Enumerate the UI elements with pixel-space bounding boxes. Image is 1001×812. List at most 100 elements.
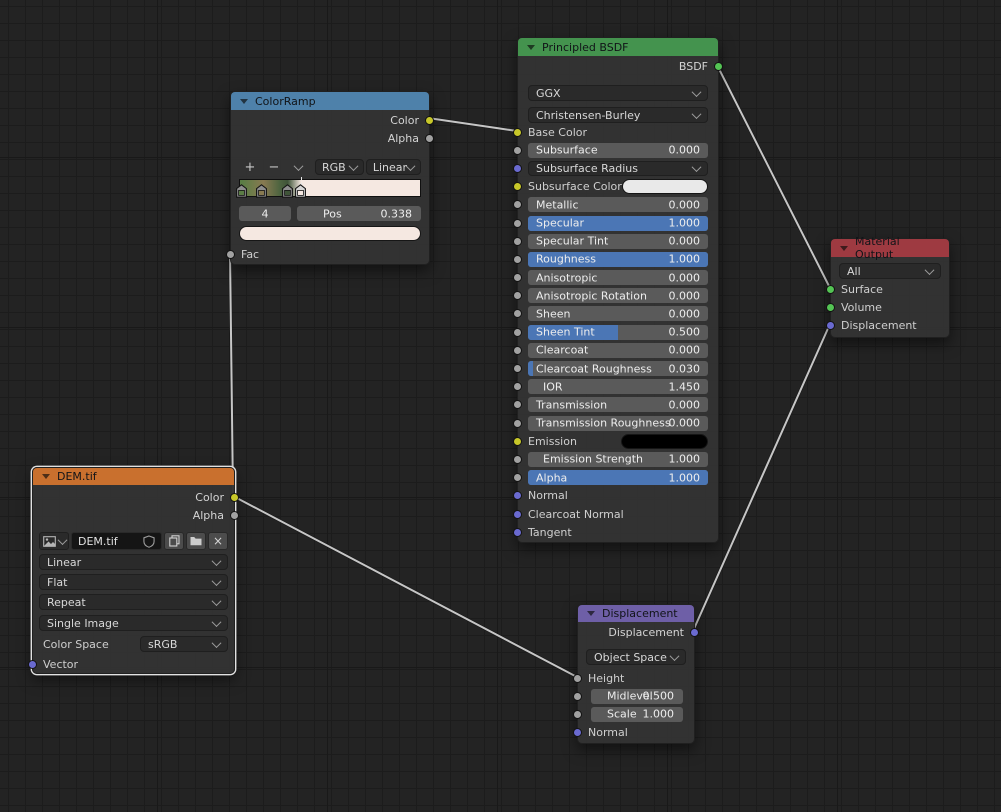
collapse-icon[interactable] — [240, 98, 248, 104]
socket-alpha-output[interactable] — [230, 510, 239, 520]
node-colorramp[interactable]: ColorRamp Color Alpha + − RGB Linear 4 P… — [226, 91, 434, 265]
socket-alpha-output[interactable] — [425, 133, 434, 143]
projection-dropdown[interactable]: Flat — [39, 574, 228, 590]
distribution-dropdown[interactable]: GGX — [528, 85, 708, 101]
socket-sheen-tint[interactable] — [513, 327, 522, 337]
socket-normal[interactable] — [513, 491, 522, 501]
socket-surface-input[interactable] — [826, 284, 835, 294]
ramp-stop-1[interactable] — [236, 184, 248, 198]
socket-alpha[interactable] — [513, 473, 522, 483]
specular-slider[interactable]: Specular 1.000 — [528, 215, 708, 231]
socket-clearcoat-roughness[interactable] — [513, 364, 522, 374]
socket-metallic[interactable] — [513, 200, 522, 210]
subsurface-slider[interactable]: Subsurface 0.000 — [528, 142, 708, 158]
socket-subsurface-radius[interactable] — [513, 163, 522, 173]
socket-transmission[interactable] — [513, 400, 522, 410]
space-dropdown[interactable]: Object Space — [586, 649, 686, 665]
node-image-texture[interactable]: DEM.tif Color Alpha DEM.tif × Linear Fla… — [28, 467, 239, 674]
ramp-options-button[interactable] — [287, 159, 309, 175]
color-mode-dropdown[interactable]: RGB — [315, 159, 364, 175]
anisotropic-slider[interactable]: Anisotropic 0.000 — [528, 270, 708, 286]
color-space-dropdown[interactable]: sRGB — [140, 636, 228, 652]
socket-vector-input[interactable] — [28, 659, 37, 669]
image-browse-button[interactable] — [39, 532, 69, 550]
alpha-slider[interactable]: Alpha 1.000 — [528, 470, 708, 486]
socket-sheen[interactable] — [513, 309, 522, 319]
socket-roughness[interactable] — [513, 254, 522, 264]
open-image-button[interactable] — [186, 532, 206, 550]
roughness-slider[interactable]: Roughness 1.000 — [528, 251, 708, 267]
node-editor-canvas[interactable]: ColorRamp Color Alpha + − RGB Linear 4 P… — [0, 0, 1001, 812]
fake-user-shield-icon[interactable] — [143, 534, 155, 548]
socket-specular[interactable] — [513, 218, 522, 228]
socket-clearcoat-normal[interactable] — [513, 509, 522, 519]
sheen-tint-slider[interactable]: Sheen Tint 0.500 — [528, 324, 708, 340]
ramp-stop-4-active[interactable] — [295, 184, 306, 198]
midlevel-field[interactable]: Midlevel 0.500 — [591, 688, 683, 704]
ramp-stop-2[interactable] — [256, 184, 268, 198]
colorramp-header[interactable]: ColorRamp — [231, 92, 429, 110]
collapse-icon[interactable] — [42, 474, 50, 479]
specular-tint-slider[interactable]: Specular Tint 0.000 — [528, 233, 708, 249]
socket-height-input[interactable] — [573, 673, 582, 683]
add-stop-button[interactable]: + — [239, 159, 261, 175]
collapse-icon[interactable] — [587, 611, 595, 616]
target-dropdown[interactable]: All — [839, 263, 941, 279]
sheen-slider[interactable]: Sheen 0.000 — [528, 306, 708, 322]
stop-index-field[interactable]: 4 — [239, 206, 291, 221]
socket-fac-input[interactable] — [226, 249, 235, 259]
transmission-slider[interactable]: Transmission 0.000 — [528, 397, 708, 413]
clearcoat-roughness-slider[interactable]: Clearcoat Roughness 0.030 — [528, 361, 708, 377]
image-texture-header[interactable]: DEM.tif — [33, 468, 234, 485]
node-displacement[interactable]: Displacement Displacement Object Space H… — [573, 604, 699, 744]
stop-position-field[interactable]: Pos 0.338 — [297, 206, 421, 221]
socket-emission[interactable] — [513, 436, 522, 446]
subsurface-method-dropdown[interactable]: Christensen-Burley — [528, 107, 708, 123]
socket-tangent[interactable] — [513, 527, 522, 537]
remove-stop-button[interactable]: − — [263, 159, 285, 175]
subsurface-radius-dropdown[interactable]: Subsurface Radius — [528, 160, 708, 176]
socket-specular-tint[interactable] — [513, 236, 522, 246]
unlink-image-button[interactable]: × — [208, 532, 228, 550]
node-material-output[interactable]: Material Output All Surface Volume Displ… — [826, 235, 950, 338]
clearcoat-slider[interactable]: Clearcoat 0.000 — [528, 342, 708, 358]
scale-field[interactable]: Scale 1.000 — [591, 706, 683, 722]
socket-color-output[interactable] — [230, 492, 239, 502]
active-stop-color-swatch[interactable] — [239, 226, 421, 241]
socket-midlevel-input[interactable] — [573, 691, 582, 701]
collapse-icon[interactable] — [840, 245, 848, 251]
anisotropic-rotation-slider[interactable]: Anisotropic Rotation 0.000 — [528, 288, 708, 304]
displacement-header[interactable]: Displacement — [578, 605, 694, 622]
collapse-icon[interactable] — [527, 44, 535, 50]
source-dropdown[interactable]: Single Image — [39, 615, 228, 631]
duplicate-image-button[interactable] — [164, 532, 184, 550]
socket-bsdf-output[interactable] — [714, 61, 723, 71]
transmission-roughness-slider[interactable]: Transmission Roughness 0.000 — [528, 415, 708, 431]
ramp-stop-3[interactable] — [281, 184, 293, 198]
socket-anisotropic[interactable] — [513, 273, 522, 283]
socket-ior[interactable] — [513, 382, 522, 392]
socket-emission-strength[interactable] — [513, 454, 522, 464]
metallic-slider[interactable]: Metallic 0.000 — [528, 197, 708, 213]
socket-color-output[interactable] — [425, 115, 434, 125]
node-principled-bsdf[interactable]: Principled BSDF BSDF GGX Christensen-Bur… — [513, 37, 723, 543]
socket-displacement-input[interactable] — [826, 320, 835, 330]
socket-base-color[interactable] — [513, 127, 522, 137]
socket-subsurface[interactable] — [513, 145, 522, 155]
interpolation-dropdown[interactable]: Linear — [39, 554, 228, 570]
emission-strength-field[interactable]: Emission Strength 1.000 — [528, 451, 708, 467]
socket-anisotropic-rotation[interactable] — [513, 291, 522, 301]
ior-field[interactable]: IOR 1.450 — [528, 379, 708, 395]
socket-displacement-output[interactable] — [690, 627, 699, 637]
extension-dropdown[interactable]: Repeat — [39, 594, 228, 610]
socket-volume-input[interactable] — [826, 302, 835, 312]
interpolation-dropdown[interactable]: Linear — [365, 159, 421, 175]
emission-color-swatch[interactable] — [621, 433, 708, 449]
socket-normal-input[interactable] — [573, 727, 582, 737]
image-name-field[interactable]: DEM.tif — [71, 532, 162, 550]
socket-subsurface-color[interactable] — [513, 182, 522, 192]
socket-clearcoat[interactable] — [513, 345, 522, 355]
material-output-header[interactable]: Material Output — [831, 235, 949, 261]
socket-transmission-roughness[interactable] — [513, 418, 522, 428]
subsurface-color-swatch[interactable] — [621, 179, 708, 195]
